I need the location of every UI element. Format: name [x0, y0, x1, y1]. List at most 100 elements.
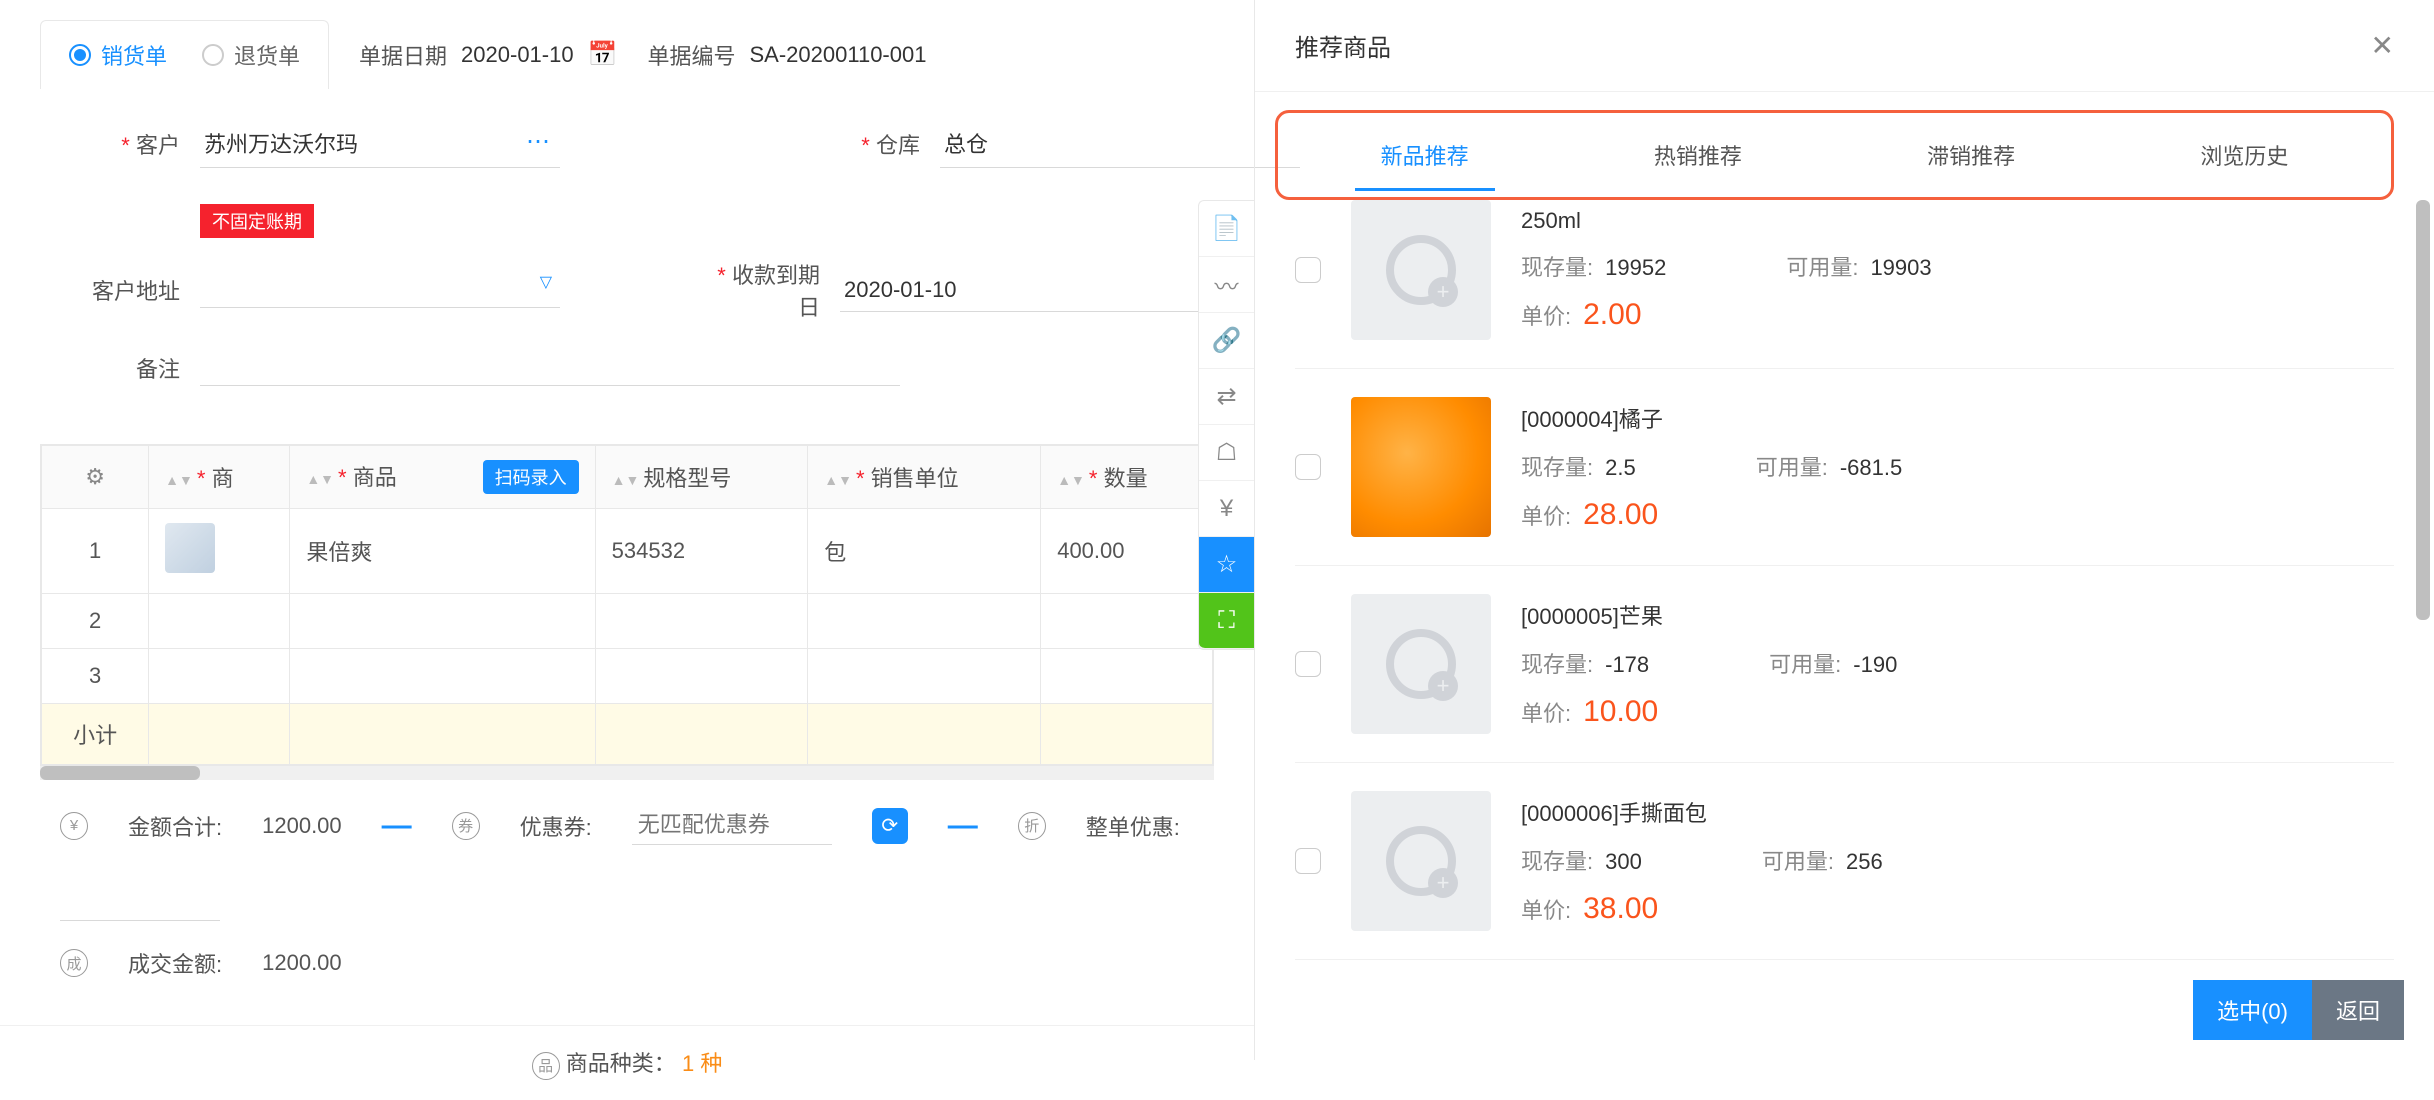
stock-value: 300 [1605, 849, 1642, 874]
recommend-product-list[interactable]: 250ml 现存量:19952 可用量:19903 单价:2.00 [00000… [1255, 200, 2434, 960]
col-product[interactable]: ▲▼商品扫码录入 [290, 446, 595, 509]
product-image [1351, 791, 1491, 931]
product-checkbox[interactable] [1295, 848, 1321, 874]
deal-icon: 成 [60, 949, 88, 977]
doc-date-label: 单据日期 [359, 39, 447, 71]
stock-value: 19952 [1605, 255, 1666, 280]
close-icon[interactable]: ✕ [2371, 29, 2394, 62]
stock-value: 2.5 [1605, 455, 1636, 480]
more-icon[interactable]: ⋯ [526, 127, 552, 156]
toolbar-exchange-button[interactable]: ⇄ [1199, 369, 1254, 425]
refresh-coupon-button[interactable]: ⟳ [872, 808, 908, 844]
toolbar-expand-button[interactable]: ⛶ [1199, 593, 1254, 649]
coupon-input[interactable] [632, 806, 832, 845]
product-image [1351, 200, 1491, 340]
product-thumb-icon [165, 523, 215, 573]
vertical-scrollbar[interactable] [2416, 200, 2430, 620]
toolbar-chart-button[interactable]: 〰 [1199, 257, 1254, 313]
due-date-input[interactable]: 2020-01-10 [840, 269, 1200, 312]
recommend-tabs: 新品推荐 热销推荐 滞销推荐 浏览历史 [1275, 110, 2394, 200]
avail-value: 19903 [1870, 255, 1931, 280]
cell-qty[interactable]: 400.00 [1041, 509, 1213, 594]
col-spec[interactable]: ▲▼规格型号 [595, 446, 808, 509]
horizontal-scrollbar[interactable] [40, 766, 1214, 780]
currency-icon: ¥ [60, 812, 88, 840]
list-item[interactable]: [0000004]橘子 现存量:2.5 可用量:-681.5 单价:28.00 [1295, 369, 2394, 566]
product-name: 250ml [1521, 208, 2394, 234]
toolbar-person-button[interactable]: ☖ [1199, 425, 1254, 481]
back-button[interactable]: 返回 [2312, 980, 2404, 1040]
amount-total-label: 金额合计: [128, 810, 222, 842]
product-name: [0000005]芒果 [1521, 599, 2394, 631]
warehouse-label: 仓库 [800, 128, 920, 160]
avail-value: -190 [1853, 652, 1897, 677]
product-name: [0000006]手撕面包 [1521, 796, 2394, 828]
price-value: 10.00 [1583, 695, 1658, 728]
col-image[interactable]: ▲▼商 [149, 446, 290, 509]
product-name: [0000004]橘子 [1521, 402, 2394, 434]
tab-browse-history[interactable]: 浏览历史 [2108, 121, 2381, 189]
table-row[interactable]: 1 果倍爽 534532 包 400.00 [42, 509, 1213, 594]
footer-summary: 品 商品种类： 1 种 [0, 1025, 1254, 1100]
toolbar-notes-button[interactable]: 📄 [1199, 201, 1254, 257]
tab-hot-recommend[interactable]: 热销推荐 [1561, 121, 1834, 189]
address-label: 客户地址 [60, 274, 180, 306]
tab-new-recommend[interactable]: 新品推荐 [1288, 121, 1561, 189]
radio-return-order[interactable]: 退货单 [202, 39, 300, 71]
toolbar-favorite-button[interactable]: ☆ [1199, 537, 1254, 593]
list-item[interactable]: [0000005]芒果 现存量:-178 可用量:-190 单价:10.00 [1295, 566, 2394, 763]
list-item[interactable]: 250ml 现存量:19952 可用量:19903 单价:2.00 [1295, 200, 2394, 369]
cell-unit[interactable]: 包 [808, 509, 1041, 594]
list-item[interactable]: [0000006]手撕面包 现存量:300 可用量:256 单价:38.00 [1295, 763, 2394, 960]
warehouse-input[interactable]: 总仓 [940, 119, 1300, 168]
table-row[interactable]: 3 [42, 649, 1213, 704]
deal-amount-label: 成交金额: [128, 947, 222, 979]
recommend-panel-title: 推荐商品 [1295, 28, 1391, 63]
due-date-label: 收款到期日 [700, 258, 820, 322]
placeholder-icon [1386, 826, 1456, 896]
doc-date-value[interactable]: 2020-01-10 [461, 42, 574, 68]
remark-input[interactable] [200, 350, 900, 386]
col-unit[interactable]: ▲▼销售单位 [808, 446, 1041, 509]
radio-dot-icon [69, 44, 91, 66]
minus-icon: — [948, 809, 978, 843]
product-image [1351, 397, 1491, 537]
col-qty[interactable]: ▲▼数量 [1041, 446, 1213, 509]
product-checkbox[interactable] [1295, 454, 1321, 480]
col-settings[interactable]: ⚙ [42, 446, 149, 509]
placeholder-icon [1386, 629, 1456, 699]
product-checkbox[interactable] [1295, 651, 1321, 677]
selected-count-button[interactable]: 选中(0) [2193, 980, 2312, 1040]
price-value: 38.00 [1583, 892, 1658, 925]
product-checkbox[interactable] [1295, 257, 1321, 283]
cell-spec[interactable]: 534532 [595, 509, 808, 594]
deal-amount-value: 1200.00 [262, 950, 342, 976]
account-period-tag: 不固定账期 [200, 204, 314, 238]
avail-value: 256 [1846, 849, 1883, 874]
table-row[interactable]: 2 [42, 594, 1213, 649]
stock-value: -178 [1605, 652, 1649, 677]
radio-dot-icon [202, 44, 224, 66]
line-items-table: ⚙ ▲▼商 ▲▼商品扫码录入 ▲▼规格型号 ▲▼销售单位 ▲▼数量 1 果倍爽 … [40, 444, 1214, 766]
scan-entry-button[interactable]: 扫码录入 [483, 460, 579, 494]
address-select[interactable]: ▽ [200, 272, 560, 308]
tab-slow-recommend[interactable]: 滞销推荐 [1835, 121, 2108, 189]
minus-icon: — [382, 809, 412, 843]
subtotal-row: 小计 [42, 704, 1213, 765]
order-type-radio-group: 销货单 退货单 [40, 20, 329, 89]
doc-no-value: SA-20200110-001 [750, 42, 927, 68]
remark-label: 备注 [60, 352, 180, 384]
discount-icon: 折 [1018, 812, 1046, 840]
order-discount-input[interactable] [60, 885, 220, 921]
cell-product[interactable]: 果倍爽 [290, 509, 595, 594]
gear-icon: ⚙ [85, 464, 105, 489]
amount-total-value: 1200.00 [262, 813, 342, 839]
calendar-icon[interactable]: 📅 [588, 40, 618, 69]
customer-input[interactable]: 苏州万达沃尔玛⋯ [200, 119, 560, 168]
toolbar-currency-button[interactable]: ¥ [1199, 481, 1254, 537]
order-discount-label: 整单优惠: [1086, 810, 1180, 842]
toolbar-link-button[interactable]: 🔗 [1199, 313, 1254, 369]
chevron-down-icon: ▽ [540, 272, 552, 292]
doc-no-label: 单据编号 [647, 39, 735, 71]
radio-sales-order[interactable]: 销货单 [69, 39, 167, 71]
